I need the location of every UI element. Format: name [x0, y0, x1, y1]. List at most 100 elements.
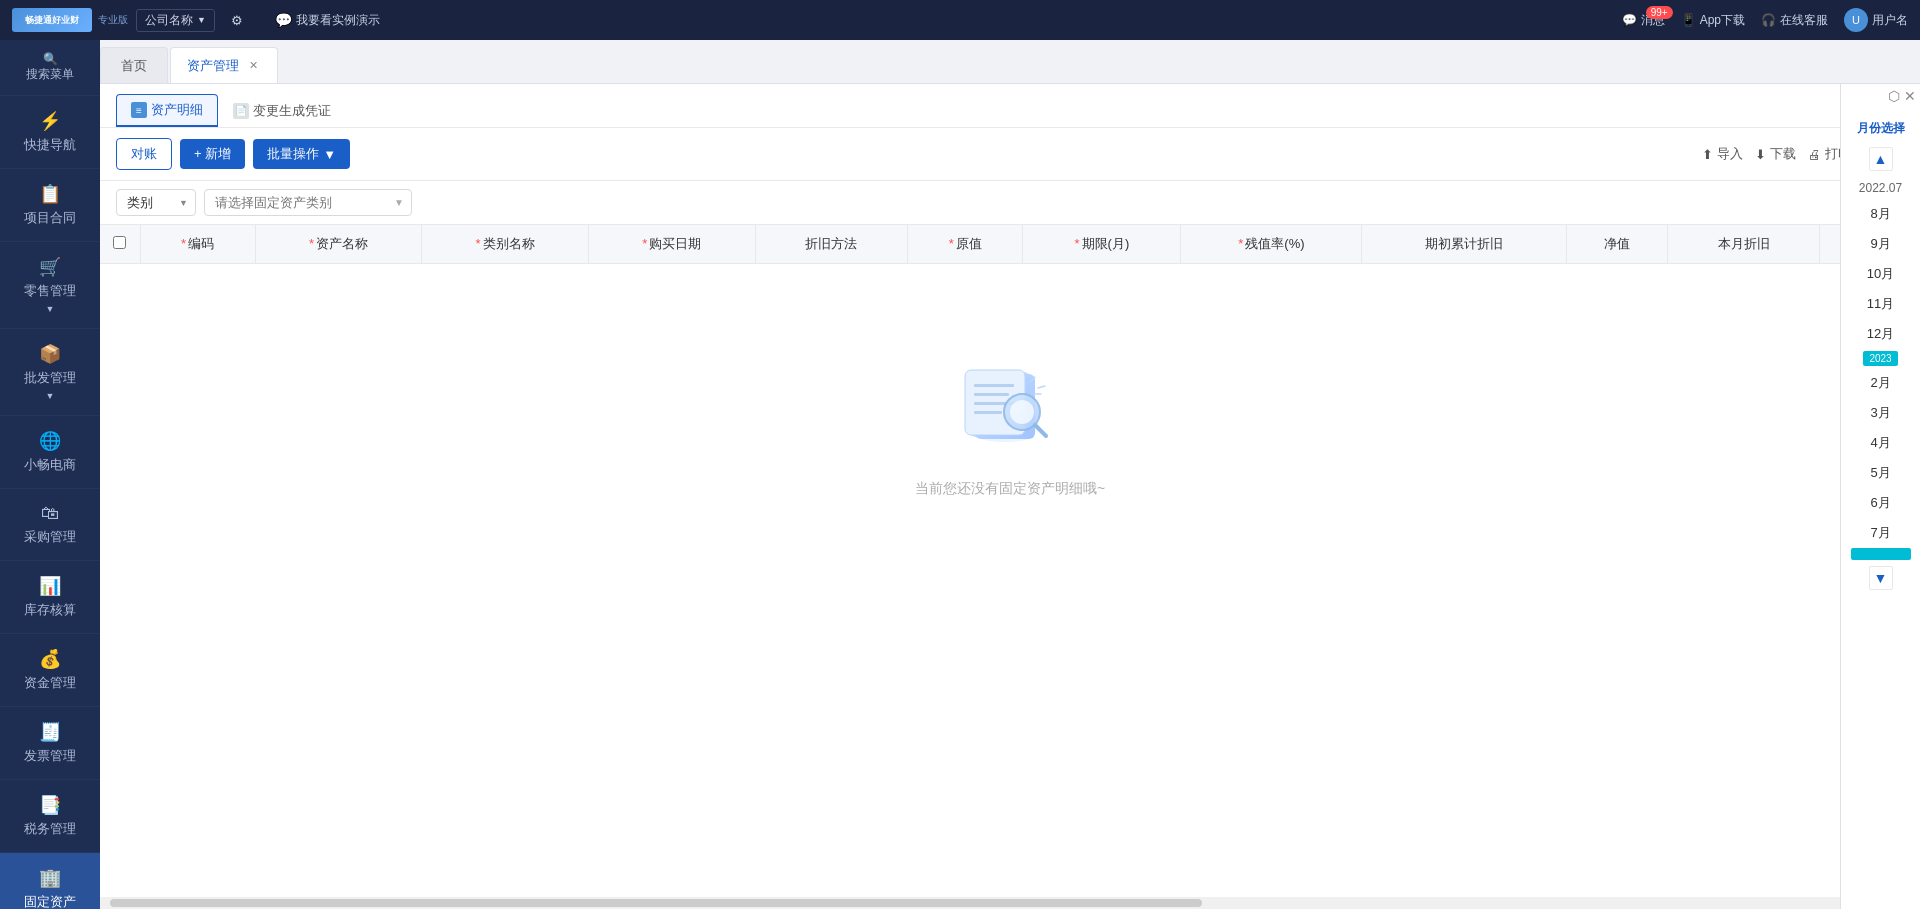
company-selector[interactable]: 公司名称 ▼	[136, 9, 215, 32]
svg-point-9	[1010, 400, 1034, 424]
sidebar-item-label-ecommerce: 小畅电商	[24, 456, 76, 474]
user-avatar: U	[1844, 8, 1868, 32]
invoice-icon: 🧾	[39, 721, 61, 743]
user-name: 用户名	[1872, 12, 1908, 29]
month-item-12[interactable]: 12月	[1851, 319, 1911, 349]
tab-asset[interactable]: 资产管理 ✕	[170, 47, 278, 83]
th-monthly-depreciation: 本月折旧	[1667, 225, 1820, 264]
sidebar-item-label-quicknav: 快捷导航	[24, 136, 76, 154]
toolbar: 对账 + 新增 批量操作 ▼ ⬆ 导入 ⬇ 下载 🖨	[100, 128, 1920, 181]
wholesale-icon: 📦	[39, 343, 61, 365]
sidebar-item-finance[interactable]: 💰 资金管理	[0, 634, 100, 707]
dropdown-arrow-icon: ▼	[197, 15, 206, 25]
import-button[interactable]: ⬆ 导入	[1702, 145, 1743, 163]
th-original-value: *原值	[908, 225, 1023, 264]
month-item-6[interactable]: 7月	[1851, 518, 1911, 548]
month-item-4[interactable]: 5月	[1851, 458, 1911, 488]
sidebar-item-wholesale[interactable]: 📦 批发管理 ▼	[0, 329, 100, 416]
category-input[interactable]	[204, 189, 412, 216]
th-depreciation-method: 折旧方法	[755, 225, 908, 264]
month-item-5[interactable]: 6月	[1851, 488, 1911, 518]
sidebar-item-tax[interactable]: 📑 税务管理	[0, 780, 100, 853]
sidebar-item-purchase[interactable]: 🛍 采购管理	[0, 489, 100, 561]
th-checkbox	[100, 225, 140, 264]
table-body: 当前您还没有固定资产明细哦~	[100, 264, 1920, 579]
filter-arrow-icon: ▼	[394, 197, 404, 208]
month-next-button[interactable]: ▼	[1869, 566, 1893, 590]
download-label: 下载	[1770, 145, 1796, 163]
month-nav-down-row: ▼	[1863, 560, 1899, 596]
th-code: *编码	[140, 225, 255, 264]
tab-bar: 首页 资产管理 ✕	[100, 40, 1920, 84]
sidebar-item-fixed-asset[interactable]: 🏢 固定资产	[0, 853, 100, 909]
demo-icon: 💬	[275, 12, 292, 28]
main-layout: 🔍 搜索菜单 ⚡ 快捷导航 📋 项目合同 🛒 零售管理 ▼ 📦 批发管理 ▼ 🌐…	[0, 40, 1920, 909]
category-filter-select[interactable]: 类别	[116, 189, 196, 216]
app-download-button[interactable]: 📱 App下载	[1681, 12, 1745, 29]
download-icon: ⬇	[1755, 147, 1766, 162]
online-service-button[interactable]: 🎧 在线客服	[1761, 12, 1828, 29]
select-all-checkbox[interactable]	[113, 236, 126, 249]
th-category: *类别名称	[422, 225, 589, 264]
sub-tab-change[interactable]: 📄 变更生成凭证	[218, 95, 346, 127]
quicknav-icon: ⚡	[39, 110, 61, 132]
sidebar-item-ecommerce[interactable]: 🌐 小畅电商	[0, 416, 100, 489]
month-item-3[interactable]: 4月	[1851, 428, 1911, 458]
year-marker-badge: 2023	[1863, 351, 1897, 366]
batch-button[interactable]: 批量操作 ▼	[253, 139, 350, 169]
inventory-icon: 📊	[39, 575, 61, 597]
sub-tab-bar: ≡ 资产明细 📄 变更生成凭证	[100, 84, 1920, 128]
reconcile-button[interactable]: 对账	[116, 138, 172, 170]
month-item-10[interactable]: 10月	[1851, 259, 1911, 289]
tab-home-label: 首页	[121, 57, 147, 75]
top-bar-left: 畅捷通好业财 专业版 公司名称 ▼ ⚙ 💬 我要看实例演示	[12, 6, 380, 34]
sidebar-item-project[interactable]: 📋 项目合同	[0, 169, 100, 242]
month-panel-content: 月份选择 ▲ 2022.07 8月 9月 10月 11月 12月 2023 2月…	[1841, 225, 1920, 596]
sidebar-item-label-inventory: 库存核算	[24, 601, 76, 619]
demo-label: 我要看实例演示	[296, 12, 380, 29]
sidebar-item-invoice[interactable]: 🧾 发票管理	[0, 707, 100, 780]
download-button[interactable]: ⬇ 下载	[1755, 145, 1796, 163]
sidebar-item-label-finance: 资金管理	[24, 674, 76, 692]
online-service-label: 在线客服	[1780, 12, 1828, 29]
user-menu[interactable]: U 用户名	[1844, 8, 1908, 32]
message-button[interactable]: 💬 消息 99+	[1622, 12, 1665, 29]
retail-expand-icon: ▼	[46, 304, 55, 314]
sidebar-item-inventory[interactable]: 📊 库存核算	[0, 561, 100, 634]
month-item-1[interactable]: 2月	[1851, 368, 1911, 398]
settings-icon[interactable]: ⚙	[223, 6, 251, 34]
service-icon: 🎧	[1761, 13, 1776, 27]
batch-label: 批量操作	[267, 145, 319, 163]
top-bar: 畅捷通好业财 专业版 公司名称 ▼ ⚙ 💬 我要看实例演示 💬 消息 99+ 📱…	[0, 0, 1920, 40]
tab-home[interactable]: 首页	[100, 47, 168, 83]
sub-tab-change-label: 变更生成凭证	[253, 102, 331, 120]
ecommerce-icon: 🌐	[39, 430, 61, 452]
sidebar-item-retail[interactable]: 🛒 零售管理 ▼	[0, 242, 100, 329]
sidebar-item-label-project: 项目合同	[24, 209, 76, 227]
top-bar-right: 💬 消息 99+ 📱 App下载 🎧 在线客服 U 用户名	[1622, 8, 1908, 32]
purchase-icon: 🛍	[41, 503, 59, 524]
th-net-value: 净值	[1566, 225, 1667, 264]
tab-close-icon[interactable]: ✕	[245, 58, 261, 74]
brand-name: 畅捷通好业财	[25, 14, 79, 27]
month-item-11[interactable]: 11月	[1851, 289, 1911, 319]
svg-line-10	[1035, 425, 1046, 436]
empty-row: 当前您还没有固定资产明细哦~	[100, 264, 1920, 579]
fixed-asset-icon: 🏢	[39, 867, 61, 889]
horizontal-scrollbar[interactable]	[100, 897, 1920, 909]
month-item-7[interactable]	[1851, 548, 1911, 560]
month-item-2[interactable]: 3月	[1851, 398, 1911, 428]
add-button[interactable]: + 新增	[180, 139, 245, 169]
page-content: ≡ 资产明细 📄 变更生成凭证 对账 + 新增 批量操作 ▼ ⬆	[100, 84, 1920, 909]
demo-link[interactable]: 💬 我要看实例演示	[275, 12, 380, 29]
sidebar-item-search[interactable]: 🔍 搜索菜单	[0, 40, 100, 96]
scrollbar-thumb	[110, 899, 1202, 907]
month-item-9[interactable]: 9月	[1851, 229, 1911, 259]
svg-rect-7	[974, 411, 1002, 414]
sub-tab-detail[interactable]: ≡ 资产明细	[116, 94, 218, 127]
sidebar-item-quicknav[interactable]: ⚡ 快捷导航	[0, 96, 100, 169]
svg-rect-5	[974, 393, 1009, 396]
tax-icon: 📑	[39, 794, 61, 816]
change-tab-icon: 📄	[233, 103, 249, 119]
sub-tab-detail-label: 资产明细	[151, 101, 203, 119]
